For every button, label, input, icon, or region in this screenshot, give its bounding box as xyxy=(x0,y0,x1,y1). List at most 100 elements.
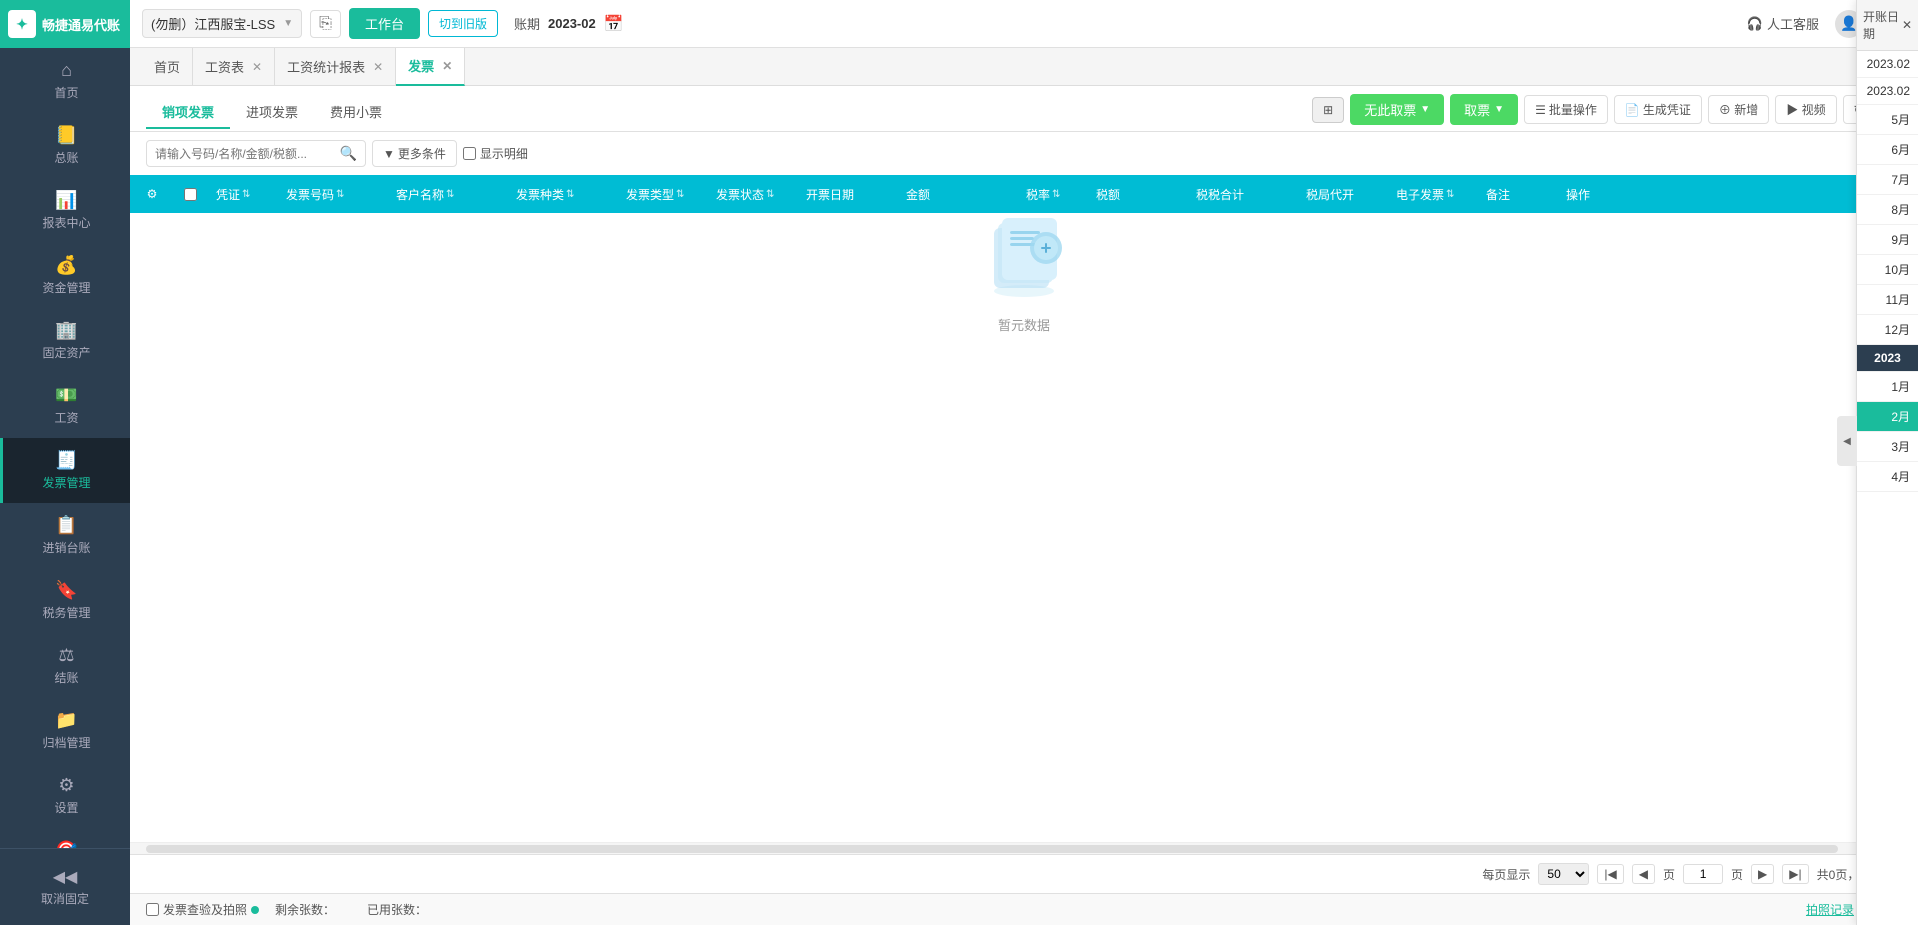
date-panel-item-8[interactable]: 8月 xyxy=(1857,195,1918,225)
photo-records-link[interactable]: 拍照记录 xyxy=(1806,901,1854,918)
show-detail-checkbox-wrap[interactable]: 显示明细 xyxy=(463,145,528,162)
switch-old-version-button[interactable]: 切到旧版 xyxy=(428,10,498,37)
close-accounts-icon: ⚖ xyxy=(58,645,74,666)
verify-checkbox[interactable] xyxy=(146,903,159,916)
date-panel-toggle-btn[interactable]: ◀ xyxy=(1837,416,1857,466)
date-panel-item-12[interactable]: 12月 xyxy=(1857,315,1918,345)
date-panel-item-10[interactable]: 10月 xyxy=(1857,255,1918,285)
sidebar-unpin-btn[interactable]: ◀◀ 取消固定 xyxy=(10,859,120,915)
next-page-button[interactable]: ▶ xyxy=(1751,864,1774,884)
customer-service-button[interactable]: 🎧 人工客服 xyxy=(1747,14,1819,33)
no-invoice-button[interactable]: 无此取票 ▼ xyxy=(1350,94,1444,125)
page-input[interactable] xyxy=(1683,864,1723,884)
date-panel-close-icon[interactable]: ✕ xyxy=(1902,18,1912,32)
sidebar-item-label: 资金管理 xyxy=(42,279,90,296)
sidebar-item-salary[interactable]: 💵 工资 xyxy=(0,373,130,438)
sidebar-item-tax[interactable]: 🔖 税务管理 xyxy=(0,568,130,633)
col-settings[interactable]: ⚙ xyxy=(134,187,170,201)
date-panel-item-2023-03[interactable]: 3月 xyxy=(1857,432,1918,462)
invoice-no-sort-icon[interactable]: ⇅ xyxy=(336,189,344,200)
col-checkbox[interactable] xyxy=(170,188,210,201)
tab-home[interactable]: 首页 xyxy=(142,48,193,86)
sales-icon: 📋 xyxy=(55,515,77,536)
sidebar-item-archive[interactable]: 📁 归档管理 xyxy=(0,698,130,763)
main-content: (勿删）江西服宝-LSS ▼ ⎘ 工作台 切到旧版 账期 2023-02 📅 🎧… xyxy=(130,0,1918,925)
empty-state: 暂元数据 xyxy=(130,213,1918,334)
tab-invoice[interactable]: 发票 ✕ xyxy=(396,48,465,86)
show-detail-checkbox[interactable] xyxy=(463,147,476,160)
sidebar-item-reports[interactable]: 📊 报表中心 xyxy=(0,178,130,243)
date-panel-item-11[interactable]: 11月 xyxy=(1857,285,1918,315)
scrollbar-thumb xyxy=(146,845,1838,853)
tab-salary-stats-close[interactable]: ✕ xyxy=(373,60,383,74)
grid-settings-button[interactable]: ⊞ xyxy=(1312,97,1344,123)
sub-tab-sales-invoice[interactable]: 销项发票 xyxy=(146,96,230,129)
horizontal-scrollbar[interactable] xyxy=(130,842,1918,854)
sidebar-item-sales[interactable]: 📋 进销台账 xyxy=(0,503,130,568)
empty-icon xyxy=(974,213,1074,303)
last-page-button[interactable]: ▶| xyxy=(1782,864,1808,884)
tab-invoice-close[interactable]: ✕ xyxy=(442,59,452,73)
new-button[interactable]: ⊕ 新增 xyxy=(1708,95,1769,124)
col-action: 操作 xyxy=(1560,186,1640,203)
status-sort-icon[interactable]: ⇅ xyxy=(766,189,774,200)
verify-status-dot xyxy=(251,906,259,914)
prev-page-button[interactable]: ◀ xyxy=(1632,864,1655,884)
voucher-sort-icon[interactable]: ⇅ xyxy=(242,189,250,200)
date-panel-spacer xyxy=(1857,492,1918,925)
date-panel-item-5[interactable]: 5月 xyxy=(1857,105,1918,135)
video-button[interactable]: ▶ 视频 xyxy=(1775,95,1836,124)
sidebar-nav: ⌂ 首页 📒 总账 📊 报表中心 💰 资金管理 🏢 固定资产 💵 工资 🧾 发票… xyxy=(0,48,130,848)
sidebar-item-assets[interactable]: 🏢 固定资产 xyxy=(0,308,130,373)
date-panel-item-2023-01[interactable]: 1月 xyxy=(1857,372,1918,402)
calendar-icon[interactable]: 📅 xyxy=(604,14,624,34)
date-panel-item-7[interactable]: 7月 xyxy=(1857,165,1918,195)
sidebar-item-ledger[interactable]: 📒 总账 xyxy=(0,113,130,178)
sidebar: ✦ 畅捷通易代账 ⌂ 首页 📒 总账 📊 报表中心 💰 资金管理 🏢 固定资产 … xyxy=(0,0,130,925)
date-panel-item-2023-02b[interactable]: 2023.02 xyxy=(1857,78,1918,105)
tab-salary-table[interactable]: 工资表 ✕ xyxy=(193,48,275,86)
ledger-icon: 📒 xyxy=(55,125,77,146)
search-input[interactable] xyxy=(155,147,336,161)
invoice-type-sort-icon[interactable]: ⇅ xyxy=(566,189,574,200)
sub-tab-expense-receipt[interactable]: 费用小票 xyxy=(314,96,398,129)
date-panel-item-6[interactable]: 6月 xyxy=(1857,135,1918,165)
sidebar-item-funds[interactable]: 💰 资金管理 xyxy=(0,243,130,308)
dropdown-arrow-icon: ▼ xyxy=(283,18,293,29)
company-selector[interactable]: (勿删）江西服宝-LSS ▼ xyxy=(142,9,302,38)
electronic-sort-icon[interactable]: ⇅ xyxy=(1446,189,1454,200)
take-ticket-button[interactable]: 取票 ▼ xyxy=(1450,94,1518,125)
col-tax-total: 税税合计 xyxy=(1190,186,1300,203)
select-all-checkbox[interactable] xyxy=(184,188,197,201)
date-panel-item-2023-02-top[interactable]: 2023.02 xyxy=(1857,51,1918,78)
date-panel-item-9[interactable]: 9月 xyxy=(1857,225,1918,255)
workspace-button[interactable]: 工作台 xyxy=(349,8,420,39)
new-label: 新增 xyxy=(1734,103,1758,117)
customer-sort-icon[interactable]: ⇅ xyxy=(446,189,454,200)
sidebar-item-close[interactable]: ⚖ 结账 xyxy=(0,633,130,698)
sub-tab-purchase-invoice[interactable]: 进项发票 xyxy=(230,96,314,129)
first-page-button[interactable]: |◀ xyxy=(1597,864,1623,884)
sidebar-item-settings[interactable]: ⚙ 设置 xyxy=(0,763,130,828)
sidebar-item-invoice[interactable]: 🧾 发票管理 xyxy=(0,438,130,503)
more-filter-button[interactable]: ▼ 更多条件 xyxy=(372,140,457,167)
date-panel-item-2023-02[interactable]: 2月 xyxy=(1857,402,1918,432)
sidebar-item-guide[interactable]: 🎯 新手引导 xyxy=(0,828,130,848)
sidebar-item-home[interactable]: ⌂ 首页 xyxy=(0,48,130,113)
copy-company-button[interactable]: ⎘ xyxy=(310,10,341,38)
sub-tab-purchase-label: 进项发票 xyxy=(246,105,298,120)
batch-ops-button[interactable]: ☰ 批量操作 xyxy=(1524,95,1608,124)
tax-rate-sort-icon[interactable]: ⇅ xyxy=(1052,189,1060,200)
col-status: 发票状态 ⇅ xyxy=(710,186,800,203)
settings-icon: ⚙ xyxy=(58,775,74,796)
per-page-select[interactable]: 50 10 20 100 xyxy=(1538,863,1589,885)
tab-salary-stats[interactable]: 工资统计报表 ✕ xyxy=(275,48,396,86)
date-panel-item-2023-04[interactable]: 4月 xyxy=(1857,462,1918,492)
generate-voucher-button[interactable]: 📄 生成凭证 xyxy=(1614,95,1702,124)
guide-icon: 🎯 xyxy=(55,840,77,848)
tab-salary-table-close[interactable]: ✕ xyxy=(252,60,262,74)
invoice-category-sort-icon[interactable]: ⇅ xyxy=(676,189,684,200)
search-icon[interactable]: 🔍 xyxy=(340,145,357,162)
date-panel-year-2023: 2023 xyxy=(1857,345,1918,372)
col-invoice-type: 发票种类 ⇅ xyxy=(510,186,620,203)
